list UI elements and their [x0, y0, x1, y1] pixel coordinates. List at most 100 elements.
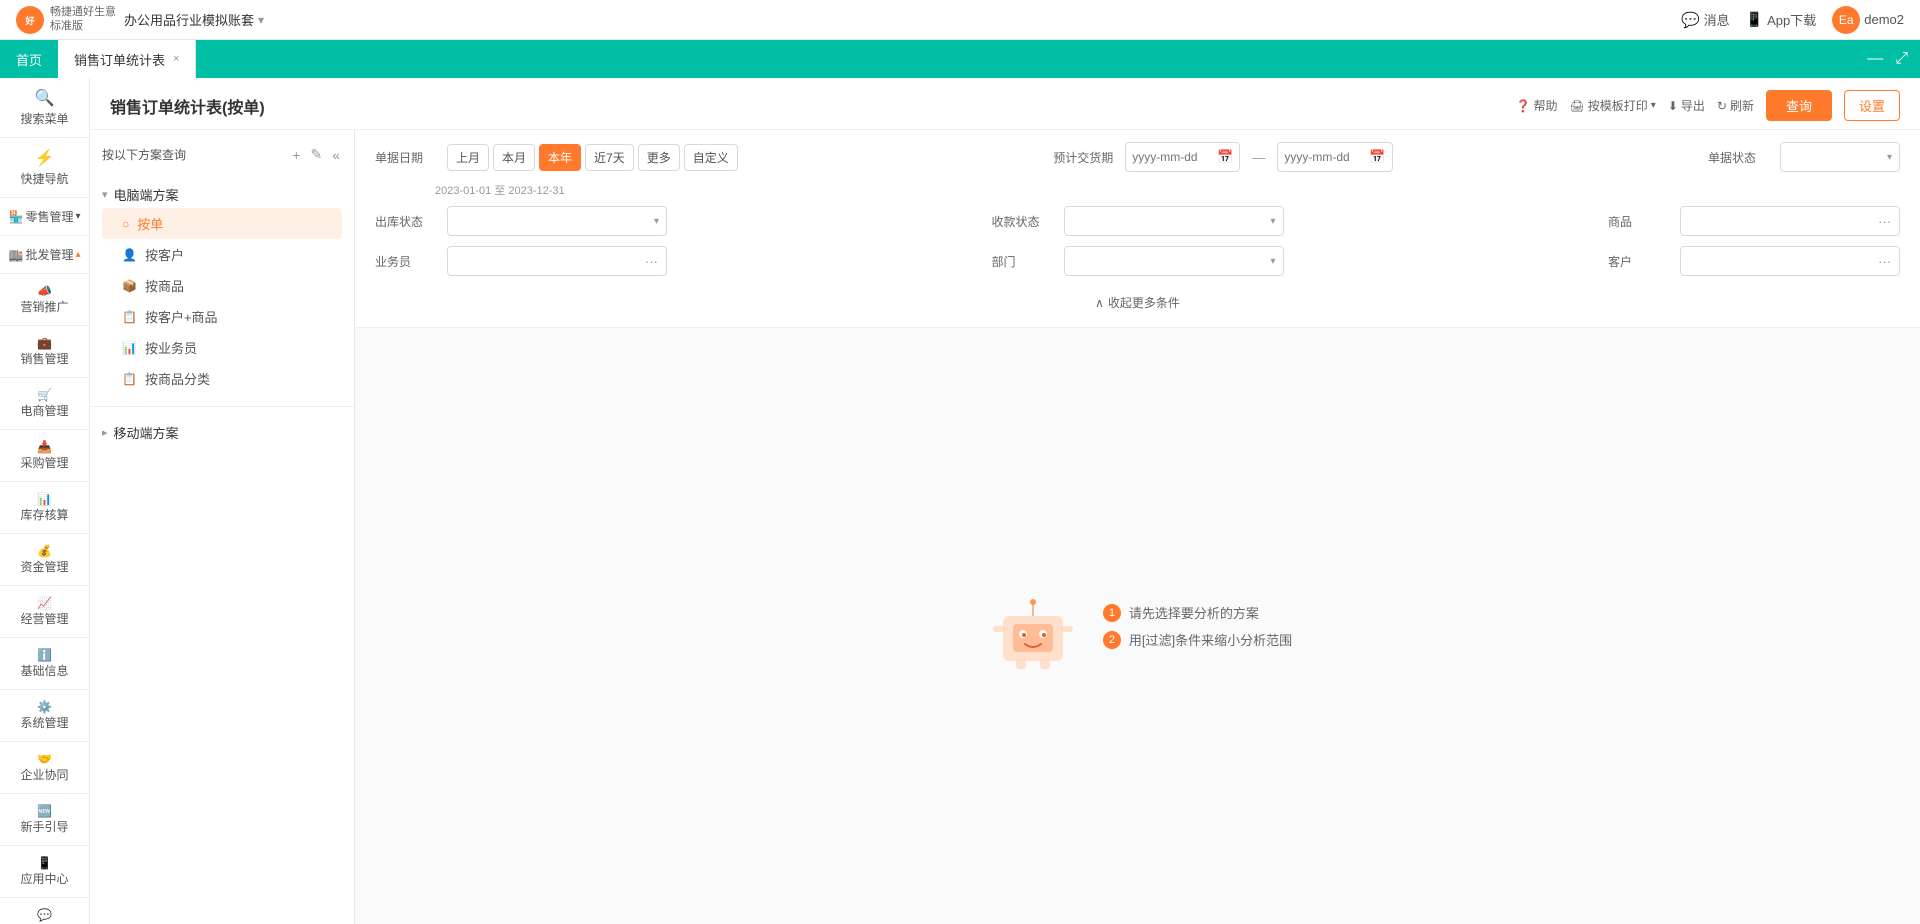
panel-item-by-category[interactable]: 📋 按商品分类	[102, 363, 342, 394]
tip-num-2: 2	[1103, 631, 1121, 649]
payment-status-select-wrap	[1064, 206, 1284, 236]
message-btn[interactable]: 💬 消息	[1681, 10, 1730, 29]
app-download-btn[interactable]: 📱 App下载	[1746, 10, 1817, 29]
query-button[interactable]: 查询	[1766, 90, 1832, 121]
ship-status-select-wrap	[447, 206, 667, 236]
print-btn[interactable]: 🖨 按模板打印 ▾	[1570, 97, 1656, 114]
panel-item-by-customer[interactable]: 👤 按客户	[102, 239, 342, 270]
last7-btn[interactable]: 近7天	[585, 144, 634, 171]
mobile-section-header[interactable]: ▸ 移动端方案	[102, 419, 342, 446]
this-month-btn[interactable]: 本月	[493, 144, 535, 171]
sidebar-item-sales[interactable]: 💼 销售管理	[0, 326, 89, 378]
panel-add-btn[interactable]: +	[290, 145, 302, 165]
main-layout: 🔍 搜索菜单 ⚡ 快捷导航 🏪 零售管理 ▾ 🏬 批发管理 ▴ 📣 营销推广 💼…	[0, 78, 1920, 924]
panel-item-by-salesperson[interactable]: 📊 按业务员	[102, 332, 342, 363]
more-date-btn[interactable]: 更多	[638, 144, 680, 171]
payment-status-select[interactable]	[1064, 206, 1284, 236]
goods-input[interactable]	[1681, 214, 1870, 228]
customer-label: 客户	[1608, 253, 1668, 270]
setting-button[interactable]: 设置	[1844, 90, 1900, 121]
this-year-btn[interactable]: 本年	[539, 144, 581, 171]
expected-date-label: 预计交货期	[1053, 149, 1113, 166]
date-label: 单据日期	[375, 149, 435, 166]
salesperson-more-btn[interactable]: ···	[637, 254, 666, 269]
expected-date-end[interactable]: 📅	[1277, 142, 1392, 172]
tip-num-1: 1	[1103, 604, 1121, 622]
panel-item-by-goods[interactable]: 📦 按商品	[102, 270, 342, 301]
salesperson-field[interactable]: ···	[447, 246, 667, 276]
customer-more-btn[interactable]: ···	[1870, 254, 1899, 269]
filter-row-2: 出库状态 收款状态	[375, 206, 1900, 236]
goods-field[interactable]: ···	[1680, 206, 1900, 236]
calendar-icon-start: 📅	[1217, 149, 1233, 165]
expected-date-start[interactable]: 📅	[1125, 142, 1240, 172]
tab-expand-btn[interactable]: ⤢	[1891, 46, 1912, 72]
by-goods-icon: 📦	[122, 279, 137, 293]
sidebar-item-retail[interactable]: 🏪 零售管理 ▾	[0, 198, 89, 236]
tab-home[interactable]: 首页	[0, 40, 58, 78]
expected-start-input[interactable]	[1132, 150, 1217, 164]
avatar: Ea	[1832, 6, 1860, 34]
export-btn[interactable]: ⬇ 导出	[1668, 97, 1705, 114]
pc-section-header[interactable]: ▾ 电脑端方案	[102, 181, 342, 208]
panel-collapse-btn[interactable]: «	[330, 145, 342, 165]
tip-text-2: 用[过滤]条件来缩小分析范围	[1129, 630, 1292, 649]
sidebar-item-new-guide[interactable]: 🆕 新手引导	[0, 794, 89, 846]
collapse-text: 收起更多条件	[1108, 294, 1180, 311]
ship-status-select[interactable]	[447, 206, 667, 236]
sidebar-item-marketing[interactable]: 📣 营销推广	[0, 274, 89, 326]
help-btn[interactable]: ❓ 帮助	[1516, 97, 1558, 114]
tab-close-btn[interactable]: ×	[173, 53, 179, 65]
tab-minimize-btn[interactable]: —	[1863, 46, 1887, 72]
goods-more-btn[interactable]: ···	[1870, 214, 1899, 229]
content-area: 销售订单统计表(按单) ❓ 帮助 🖨 按模板打印 ▾ ⬇ 导出 ↻ 刷新	[90, 78, 1920, 924]
expected-end-input[interactable]	[1284, 150, 1369, 164]
empty-content: 1 请先选择要分析的方案 2 用[过滤]条件来缩小分析范围	[983, 576, 1292, 676]
doc-status-select[interactable]	[1780, 142, 1900, 172]
by-order-icon: ○	[122, 217, 129, 231]
print-arrow: ▾	[1651, 100, 1656, 111]
filter-area: 单据日期 上月 本月 本年 近7天 更多 自定义 预计交货期	[355, 130, 1920, 328]
collapse-btn[interactable]: ∧ 收起更多条件	[375, 286, 1900, 315]
panel-divider	[90, 406, 354, 407]
by-customer-icon: 👤	[122, 248, 137, 262]
sidebar-item-system[interactable]: ⚙️ 系统管理	[0, 690, 89, 742]
sidebar-item-purchase[interactable]: 📥 采购管理	[0, 430, 89, 482]
wholesale-arrow: ▴	[75, 249, 80, 260]
sidebar-item-enterprise-wechat[interactable]: 💬 企业微信	[0, 898, 89, 924]
sidebar-item-quick-nav[interactable]: ⚡ 快捷导航	[0, 138, 89, 198]
sidebar-item-operation[interactable]: 📈 经营管理	[0, 586, 89, 638]
system-icon: ⚙️	[4, 700, 85, 714]
panel-edit-btn[interactable]: ✎	[308, 144, 324, 165]
department-select[interactable]	[1064, 246, 1284, 276]
salesperson-input[interactable]	[448, 254, 637, 268]
sidebar-item-wholesale[interactable]: 🏬 批发管理 ▴	[0, 236, 89, 274]
sidebar-item-finance[interactable]: 💰 资金管理	[0, 534, 89, 586]
pc-section-label: 电脑端方案	[114, 185, 179, 204]
panel-item-by-order[interactable]: ○ 按单	[102, 208, 342, 239]
tab-bar: 首页 销售订单统计表 × — ⤢	[0, 40, 1920, 78]
department-select-wrap	[1064, 246, 1284, 276]
sidebar-item-inventory[interactable]: 📊 库存核算	[0, 482, 89, 534]
sidebar-item-ecommerce[interactable]: 🛒 电商管理	[0, 378, 89, 430]
retail-arrow: ▾	[75, 211, 80, 222]
by-salesperson-icon: 📊	[122, 341, 137, 355]
app-center-icon: 📱	[4, 856, 85, 870]
user-area[interactable]: Ea demo2	[1832, 6, 1904, 34]
quick-nav-icon: ⚡	[4, 148, 85, 168]
sidebar-item-cooperation[interactable]: 🤝 企业协同	[0, 742, 89, 794]
panel-item-by-customer-goods[interactable]: 📋 按客户+商品	[102, 301, 342, 332]
breadcrumb-text: 办公用品行业模拟账套	[124, 10, 254, 29]
sidebar-item-search-menu[interactable]: 🔍 搜索菜单	[0, 78, 89, 138]
last-month-btn[interactable]: 上月	[447, 144, 489, 171]
customer-input[interactable]	[1681, 254, 1870, 268]
tip-2: 2 用[过滤]条件来缩小分析范围	[1103, 630, 1292, 649]
sidebar-item-app-center[interactable]: 📱 应用中心	[0, 846, 89, 898]
custom-date-btn[interactable]: 自定义	[684, 144, 738, 171]
filter-row-1: 单据日期 上月 本月 本年 近7天 更多 自定义 预计交货期	[375, 142, 1900, 172]
customer-field[interactable]: ···	[1680, 246, 1900, 276]
refresh-btn[interactable]: ↻ 刷新	[1717, 97, 1754, 114]
payment-status-label: 收款状态	[992, 213, 1052, 230]
tab-active[interactable]: 销售订单统计表 ×	[58, 40, 196, 78]
sidebar-item-basic-info[interactable]: ℹ️ 基础信息	[0, 638, 89, 690]
